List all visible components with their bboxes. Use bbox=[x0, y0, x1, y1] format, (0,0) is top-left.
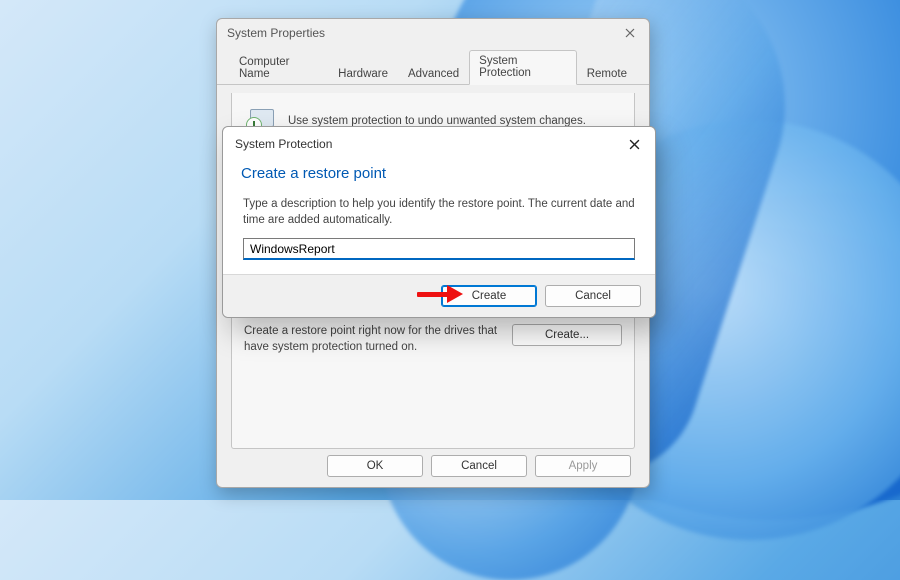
tab-remote[interactable]: Remote bbox=[577, 63, 637, 85]
apply-button[interactable]: Apply bbox=[535, 455, 631, 477]
create-restore-point-button[interactable]: Create... bbox=[512, 324, 622, 346]
cancel-button[interactable]: Cancel bbox=[431, 455, 527, 477]
modal-footer: Create Cancel bbox=[223, 274, 655, 317]
modal-title: System Protection bbox=[235, 137, 332, 151]
tab-system-protection[interactable]: System Protection bbox=[469, 50, 577, 85]
close-icon[interactable] bbox=[625, 135, 643, 153]
window-title: System Properties bbox=[227, 26, 325, 40]
create-description: Create a restore point right now for the… bbox=[244, 324, 498, 355]
restore-point-description-input[interactable] bbox=[243, 238, 635, 260]
modal-body-text: Type a description to help you identify … bbox=[223, 186, 655, 232]
create-restore-point-dialog: System Protection Create a restore point… bbox=[222, 126, 656, 318]
dialog-footer: OK Cancel Apply bbox=[327, 455, 631, 477]
tab-advanced[interactable]: Advanced bbox=[398, 63, 469, 85]
modal-titlebar[interactable]: System Protection bbox=[223, 127, 655, 155]
tabstrip: Computer Name Hardware Advanced System P… bbox=[217, 49, 649, 85]
tab-computer-name[interactable]: Computer Name bbox=[229, 51, 328, 85]
ok-button[interactable]: OK bbox=[327, 455, 423, 477]
close-icon[interactable] bbox=[621, 24, 639, 42]
titlebar[interactable]: System Properties bbox=[217, 19, 649, 47]
create-button[interactable]: Create bbox=[441, 285, 537, 307]
modal-heading: Create a restore point bbox=[223, 155, 655, 186]
cancel-button[interactable]: Cancel bbox=[545, 285, 641, 307]
tab-hardware[interactable]: Hardware bbox=[328, 63, 398, 85]
